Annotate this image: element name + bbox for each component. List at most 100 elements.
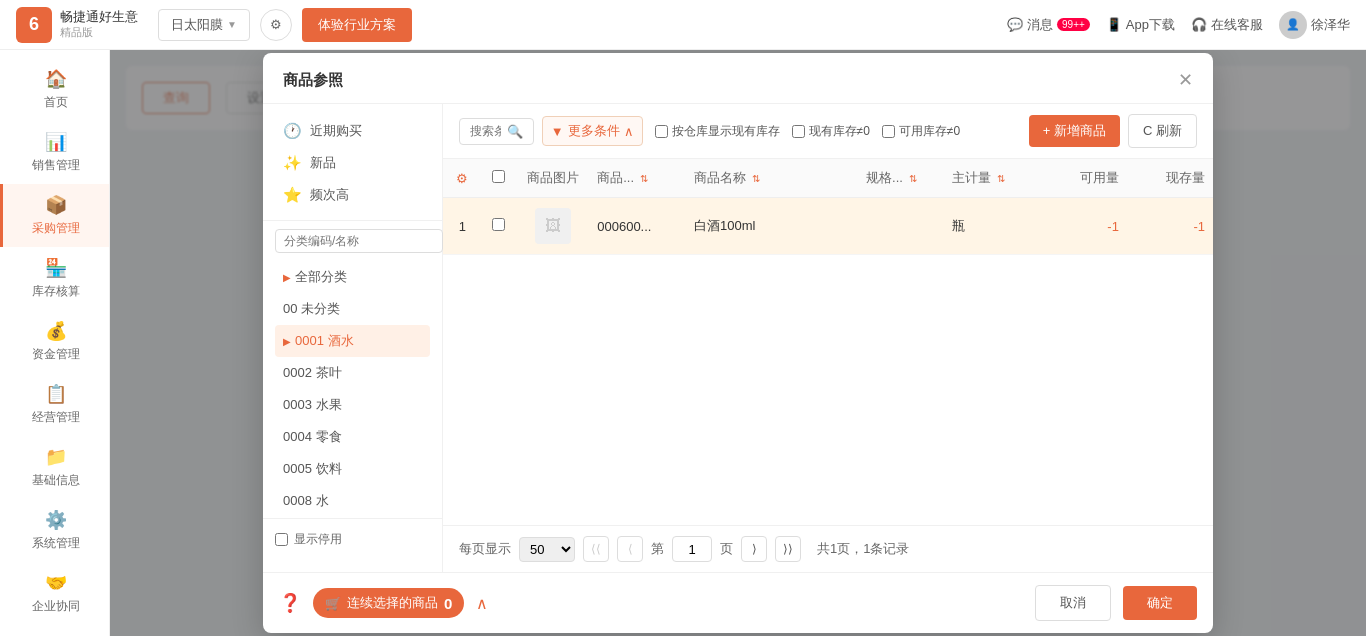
sidebar-item-home[interactable]: 🏠 首页 (0, 58, 109, 121)
show-disabled-checkbox[interactable] (275, 533, 288, 546)
sort-code-icon[interactable]: ⇅ (640, 173, 648, 184)
last-page-button[interactable]: ⟩⟩ (775, 536, 801, 562)
modal-body: 🕐 近期购买 ✨ 新品 ⭐ 频次高 (263, 104, 1213, 572)
username-label: 徐泽华 (1311, 16, 1350, 34)
confirm-button[interactable]: 确定 (1123, 586, 1197, 620)
filter-new[interactable]: ✨ 新品 (275, 148, 430, 178)
category-search-input[interactable] (275, 229, 443, 253)
page-number-input[interactable] (672, 536, 712, 562)
headset-icon: 🎧 (1191, 17, 1207, 32)
warehouse-filter[interactable]: 按仓库显示现有库存 (655, 123, 780, 140)
sidebar-item-finance[interactable]: 💰 资金管理 (0, 310, 109, 373)
col-name-label: 商品名称 (694, 170, 746, 185)
col-header-img: 商品图片 (516, 159, 589, 198)
logo-icon: 6 (16, 7, 52, 43)
category-uncategorized[interactable]: 00 未分类 (275, 293, 430, 325)
modal-footer: ❓ 🛒 连续选择的商品 0 ∧ 取消 确定 (263, 572, 1213, 633)
sort-spec-icon[interactable]: ⇅ (909, 173, 917, 184)
stock-nonzero-filter[interactable]: 现有库存≠0 (792, 123, 870, 140)
cart-icon: 🛒 (325, 596, 341, 611)
category-drink-label: 0005 饮料 (283, 460, 342, 478)
category-fruit[interactable]: 0003 水果 (275, 389, 430, 421)
cart-button[interactable]: 🛒 连续选择的商品 0 (313, 588, 464, 618)
refresh-button[interactable]: C 刷新 (1128, 114, 1197, 148)
avail-nonzero-checkbox[interactable] (882, 125, 895, 138)
cart-count: 0 (444, 595, 452, 612)
row-img: 🖼 (516, 198, 589, 255)
category-liquor[interactable]: ▶ 0001 酒水 (275, 325, 430, 357)
pagination: 每页显示 50 100 ⟨⟨ ⟨ 第 页 ⟩ ⟩⟩ (443, 525, 1213, 572)
category-water[interactable]: 0008 水 (275, 485, 430, 517)
filter-frequent[interactable]: ⭐ 频次高 (275, 180, 430, 210)
modal-close-button[interactable]: ✕ (1178, 69, 1193, 91)
sort-name-icon[interactable]: ⇅ (752, 173, 760, 184)
row-check[interactable] (482, 198, 516, 255)
sidebar-item-basic[interactable]: 📁 基础信息 (0, 436, 109, 499)
product-table-wrapper: ⚙ 商品图片 商品... ⇅ (443, 159, 1213, 525)
warehouse-checkbox[interactable] (655, 125, 668, 138)
row-name: 白酒100ml (686, 198, 858, 255)
product-toolbar: 🔍 ▼ 更多条件 ∧ 按仓库显示现有库存 (443, 104, 1213, 159)
sidebar-item-collab[interactable]: 🤝 企业协同 (0, 562, 109, 625)
cancel-button[interactable]: 取消 (1035, 585, 1111, 621)
category-snack[interactable]: 0004 零食 (275, 421, 430, 453)
per-page-select[interactable]: 50 100 (519, 537, 575, 562)
message-icon: 💬 (1007, 17, 1023, 32)
next-page-button[interactable]: ⟩ (741, 536, 767, 562)
col-header-spec: 规格... ⇅ (858, 159, 944, 198)
col-code-label: 商品... (597, 170, 634, 185)
avail-nonzero-filter[interactable]: 可用库存≠0 (882, 123, 960, 140)
right-panel: 🔍 ▼ 更多条件 ∧ 按仓库显示现有库存 (443, 104, 1213, 572)
prev-page-button[interactable]: ⟨ (617, 536, 643, 562)
settings-icon: ⚙ (456, 171, 468, 186)
sidebar-item-purchase[interactable]: 📦 采购管理 (0, 184, 109, 247)
nav-actions: 💬 消息 99+ 📱 App下载 🎧 在线客服 👤 徐泽华 (1007, 11, 1350, 39)
col-header-avail: 可用量 (1030, 159, 1127, 198)
collab-icon: 🤝 (45, 572, 67, 594)
sidebar-item-inventory[interactable]: 🏪 库存核算 (0, 247, 109, 310)
first-page-button[interactable]: ⟨⟨ (583, 536, 609, 562)
filter-recent[interactable]: 🕐 近期购买 (275, 116, 430, 146)
row-unit: 瓶 (944, 198, 1030, 255)
product-search-icon[interactable]: 🔍 (507, 124, 523, 139)
col-header-unit: 主计量 ⇅ (944, 159, 1030, 198)
nav-online-service[interactable]: 🎧 在线客服 (1191, 16, 1263, 34)
collapse-cart-icon[interactable]: ∧ (476, 594, 488, 613)
stock-nonzero-label: 现有库存≠0 (809, 123, 870, 140)
nav-user[interactable]: 👤 徐泽华 (1279, 11, 1350, 39)
sort-unit-icon[interactable]: ⇅ (997, 173, 1005, 184)
trial-button[interactable]: 体验行业方案 (302, 8, 412, 42)
new-icon: ✨ (283, 154, 302, 172)
category-all-label: 全部分类 (295, 268, 347, 286)
finance-icon: 💰 (45, 320, 67, 342)
nav-app-download[interactable]: 📱 App下载 (1106, 16, 1175, 34)
row-checkbox[interactable] (492, 218, 505, 231)
category-all[interactable]: ▶ 全部分类 (275, 261, 430, 293)
page-unit: 页 (720, 540, 733, 558)
help-icon[interactable]: ❓ (279, 592, 301, 614)
sidebar-label-basic: 基础信息 (32, 472, 80, 489)
select-all-checkbox[interactable] (492, 170, 505, 183)
add-product-button[interactable]: + 新增商品 (1029, 115, 1120, 147)
row-spec (858, 198, 944, 255)
stock-nonzero-checkbox[interactable] (792, 125, 805, 138)
cart-label: 连续选择的商品 (347, 594, 438, 612)
category-tea[interactable]: 0002 茶叶 (275, 357, 430, 389)
col-header-settings[interactable]: ⚙ (443, 159, 482, 198)
sidebar-item-sales[interactable]: 📊 销售管理 (0, 121, 109, 184)
settings-button[interactable]: ⚙ (260, 9, 292, 41)
nav-message[interactable]: 💬 消息 99+ (1007, 16, 1090, 34)
sidebar-item-system[interactable]: ⚙️ 系统管理 (0, 499, 109, 562)
branch-dropdown[interactable]: 日太阳膜 ▼ (158, 9, 250, 41)
more-filter-button[interactable]: ▼ 更多条件 ∧ (542, 116, 643, 146)
sidebar-label-collab: 企业协同 (32, 598, 80, 615)
category-drink[interactable]: 0005 饮料 (275, 453, 430, 485)
branch-label: 日太阳膜 (171, 16, 223, 34)
system-icon: ⚙️ (45, 509, 67, 531)
product-search-input[interactable] (470, 124, 501, 138)
sidebar-item-guide[interactable]: 🎯 新手引导 (0, 625, 109, 636)
product-reference-modal: 商品参照 ✕ 🕐 近期购买 ✨ 新 (263, 53, 1213, 633)
table-row[interactable]: 1 🖼 (443, 198, 1213, 255)
sidebar-item-business[interactable]: 📋 经营管理 (0, 373, 109, 436)
show-disabled-label: 显示停用 (294, 531, 342, 548)
